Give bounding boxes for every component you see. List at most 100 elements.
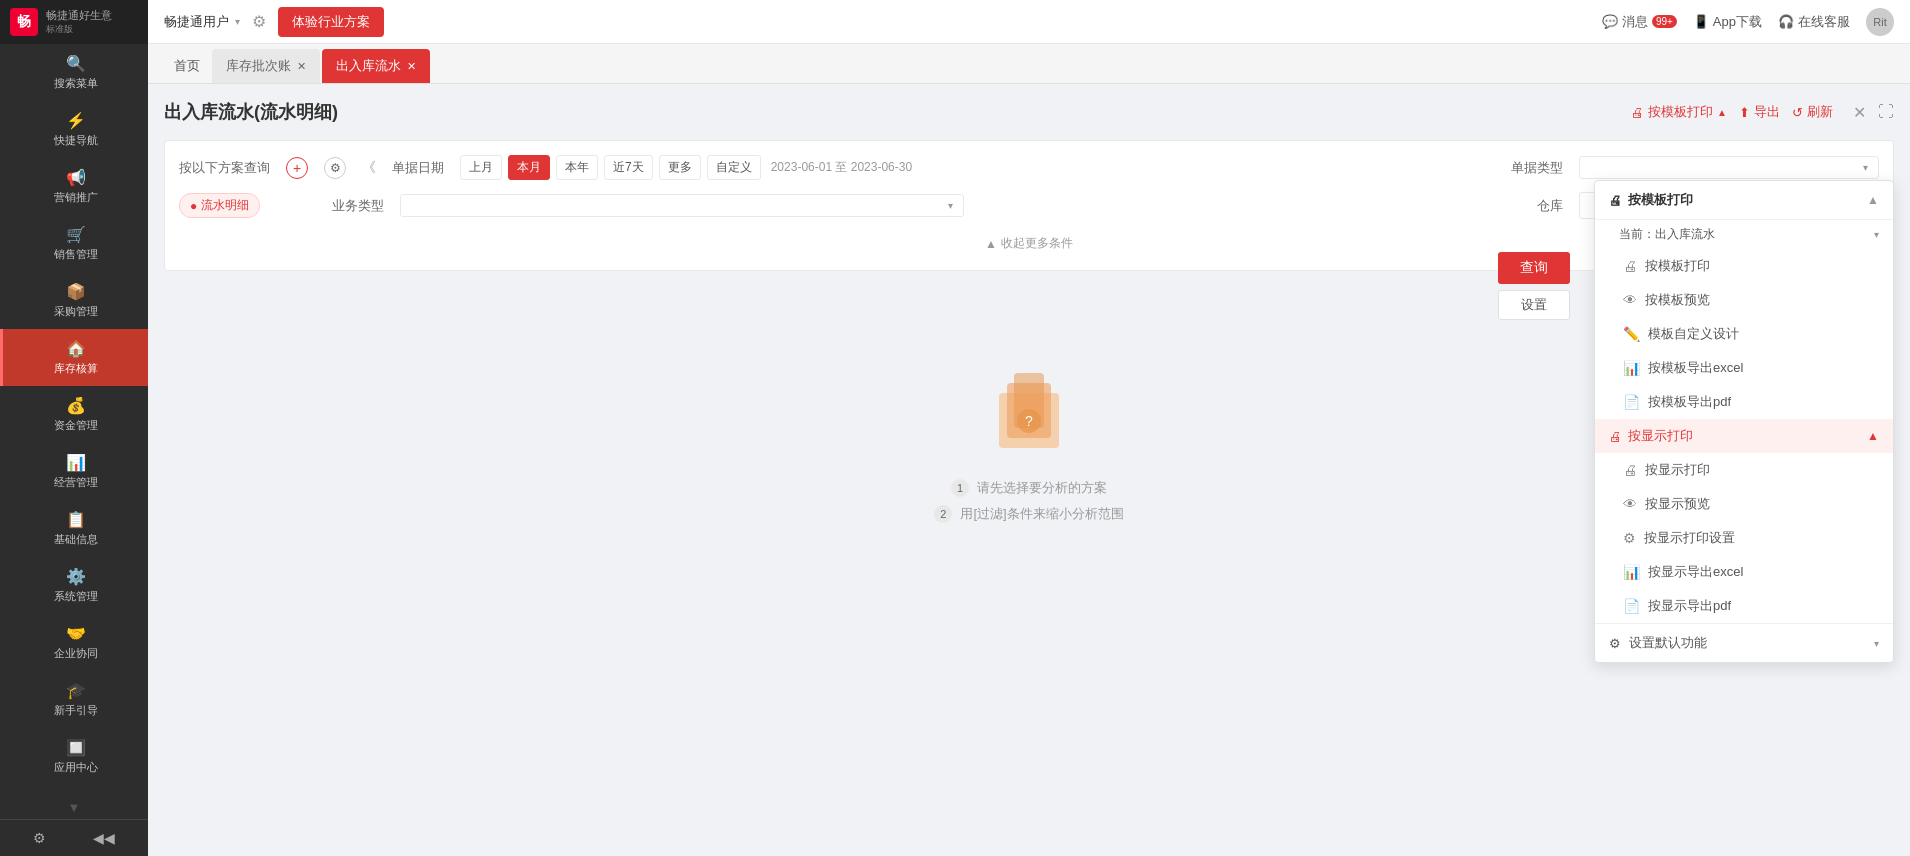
export-btn[interactable]: ⬆ 导出 (1739, 103, 1780, 121)
sidebar-item-marketing[interactable]: 📢 营销推广 (0, 158, 148, 215)
sidebar-item-label: 营销推广 (54, 190, 98, 205)
sidebar-item-label: 应用中心 (54, 760, 98, 775)
tab-batch-account[interactable]: 库存批次账 ✕ (212, 49, 320, 83)
sidebar-item-system[interactable]: ⚙️ 系统管理 (0, 557, 148, 614)
page-title: 出入库流水(流水明细) (164, 100, 338, 124)
dropdown-panel-collapse-arrow[interactable]: ▲ (1867, 193, 1879, 207)
sidebar-item-inventory[interactable]: 🏠 库存核算 (0, 329, 148, 386)
warehouse-label: 仓库 (1537, 197, 1563, 215)
box-icon: 📦 (66, 282, 86, 301)
sidebar-item-shortcut[interactable]: ⚡ 快捷导航 (0, 101, 148, 158)
date-this-month-btn[interactable]: 本月 (508, 155, 550, 180)
sidebar-item-operations[interactable]: 📊 经营管理 (0, 443, 148, 500)
dropdown-item-export-excel-template[interactable]: 📊 按模板导出excel (1595, 351, 1893, 385)
cart-icon: 🛒 (66, 225, 86, 244)
filter-collapse-button[interactable]: 《 (362, 159, 376, 177)
date-more-btn[interactable]: 更多 (659, 155, 701, 180)
dropdown-item-display-print[interactable]: 🖨 按显示打印 (1595, 453, 1893, 487)
step-1-text: 请先选择要分析的方案 (977, 479, 1107, 497)
sidebar-item-label: 采购管理 (54, 304, 98, 319)
dropdown-item-export-pdf-template[interactable]: 📄 按模板导出pdf (1595, 385, 1893, 419)
sidebar-settings-icon[interactable]: ⚙ (33, 830, 46, 846)
date-range: 2023-06-01 至 2023-06-30 (771, 159, 912, 176)
refresh-btn[interactable]: ↺ 刷新 (1792, 103, 1833, 121)
sidebar-item-enterprise[interactable]: 🤝 企业协同 (0, 614, 148, 671)
date-last-month-btn[interactable]: 上月 (460, 155, 502, 180)
sidebar-collapse-icon[interactable]: ◀◀ (93, 830, 115, 846)
headset-icon: 🎧 (1778, 14, 1794, 29)
collapse-label: 收起更多条件 (1001, 235, 1073, 252)
dropdown-item-display-preview[interactable]: 👁 按显示预览 (1595, 487, 1893, 521)
dropdown-item-label: 按显示导出excel (1648, 563, 1743, 581)
dropdown-display-group-header[interactable]: 🖨 按显示打印 ▲ (1595, 419, 1893, 453)
user-avatar[interactable]: Rit (1866, 8, 1894, 36)
dropdown-item-display-export-excel[interactable]: 📊 按显示导出excel (1595, 555, 1893, 589)
tab-home[interactable]: 首页 (164, 49, 210, 83)
dropdown-footer[interactable]: ⚙ 设置默认功能 ▾ (1595, 623, 1893, 662)
dropdown-current-item[interactable]: 当前：出入库流水 ▾ (1595, 220, 1893, 249)
settings-button[interactable]: 设置 (1498, 290, 1570, 320)
sidebar-item-apps[interactable]: 🔲 应用中心 (0, 728, 148, 785)
sidebar-bottom: ⚙ ◀◀ (0, 819, 148, 856)
date-custom-btn[interactable]: 自定义 (707, 155, 761, 180)
doc-type-dropdown[interactable]: ▾ (1579, 156, 1879, 179)
flash-icon: ⚡ (66, 111, 86, 130)
date-last7days-btn[interactable]: 近7天 (604, 155, 653, 180)
dropdown-item-display-print-settings[interactable]: ⚙ 按显示打印设置 (1595, 521, 1893, 555)
svg-text:?: ? (1025, 413, 1033, 429)
sidebar-item-weixin[interactable]: 💬 企业微信 (0, 785, 148, 796)
sidebar-item-base[interactable]: 📋 基础信息 (0, 500, 148, 557)
export-icon: ⬆ (1739, 105, 1750, 120)
step-2-num: 2 (934, 505, 952, 523)
print-template-btn[interactable]: 🖨 按模板打印 ▲ (1631, 103, 1727, 121)
printer-small2-icon: 🖨 (1623, 462, 1637, 478)
online-service-action[interactable]: 🎧 在线客服 (1778, 13, 1850, 31)
print-icon-header: 🖨 (1609, 193, 1622, 208)
doc-icon: 📋 (66, 510, 86, 529)
pdf-icon: 📄 (1623, 394, 1640, 410)
filter-add-button[interactable]: + (286, 157, 308, 179)
sidebar-logo: 畅 畅捷通好生意 标准版 (0, 0, 148, 44)
dropdown-item-print-template[interactable]: 🖨 按模板打印 (1595, 249, 1893, 283)
sidebar-item-sales[interactable]: 🛒 销售管理 (0, 215, 148, 272)
dropdown-item-print-preview[interactable]: 👁 按模板预览 (1595, 283, 1893, 317)
sidebar-item-label: 库存核算 (54, 361, 98, 376)
dropdown-item-label: 按显示打印 (1645, 461, 1710, 479)
window-min-icon[interactable]: ✕ (1853, 103, 1866, 122)
window-max-icon[interactable]: ⛶ (1878, 103, 1894, 121)
dropdown-item-display-export-pdf[interactable]: 📄 按显示导出pdf (1595, 589, 1893, 623)
chevron-up-icon: ▲ (985, 237, 997, 251)
logo-name: 畅捷通好生意 (46, 8, 112, 22)
app-download-label: App下载 (1713, 13, 1762, 31)
query-button[interactable]: 查询 (1498, 252, 1570, 284)
sidebar-item-guide[interactable]: 🎓 新手引导 (0, 671, 148, 728)
sidebar-scroll-down[interactable]: ▼ (0, 796, 148, 819)
chart-icon: 📊 (66, 453, 86, 472)
sidebar-item-purchase[interactable]: 📦 采购管理 (0, 272, 148, 329)
filter-settings-button[interactable]: ⚙ (324, 157, 346, 179)
dropdown-panel: 🖨 按模板打印 ▲ 当前：出入库流水 ▾ 🖨 按模板打印 👁 (1594, 180, 1894, 663)
excel-icon: 📊 (1623, 360, 1640, 376)
sidebar-item-finance[interactable]: 💰 资金管理 (0, 386, 148, 443)
graduation-icon: 🎓 (66, 681, 86, 700)
biz-type-dropdown[interactable]: ▾ (400, 194, 963, 217)
gear-icon: ⚙️ (66, 567, 86, 586)
tab-batch-account-close[interactable]: ✕ (297, 60, 306, 73)
tab-flow-label: 出入库流水 (336, 57, 401, 75)
topbar-user[interactable]: 畅捷通用户 ▾ (164, 13, 240, 31)
dropdown-display-group-title: 🖨 按显示打印 (1609, 427, 1693, 445)
dropdown-item-label: 按显示打印设置 (1644, 529, 1735, 547)
topbar-gear-icon[interactable]: ⚙ (252, 12, 266, 31)
sidebar-item-search[interactable]: 🔍 搜索菜单 (0, 44, 148, 101)
app-download-action[interactable]: 📱 App下载 (1693, 13, 1762, 31)
trial-btn[interactable]: 体验行业方案 (278, 7, 384, 37)
tab-flow[interactable]: 出入库流水 ✕ (322, 49, 430, 83)
page-header: 出入库流水(流水明细) 🖨 按模板打印 ▲ ⬆ 导出 ↺ 刷新 (164, 100, 1894, 124)
message-action[interactable]: 💬 消息 99+ (1602, 13, 1677, 31)
filter-label: 按以下方案查询 (179, 159, 270, 177)
printer-small-icon: 🖨 (1623, 258, 1637, 274)
tab-flow-close[interactable]: ✕ (407, 60, 416, 73)
date-this-year-btn[interactable]: 本年 (556, 155, 598, 180)
dropdown-item-custom-design[interactable]: ✏️ 模板自定义设计 (1595, 317, 1893, 351)
message-badge: 99+ (1652, 15, 1677, 28)
